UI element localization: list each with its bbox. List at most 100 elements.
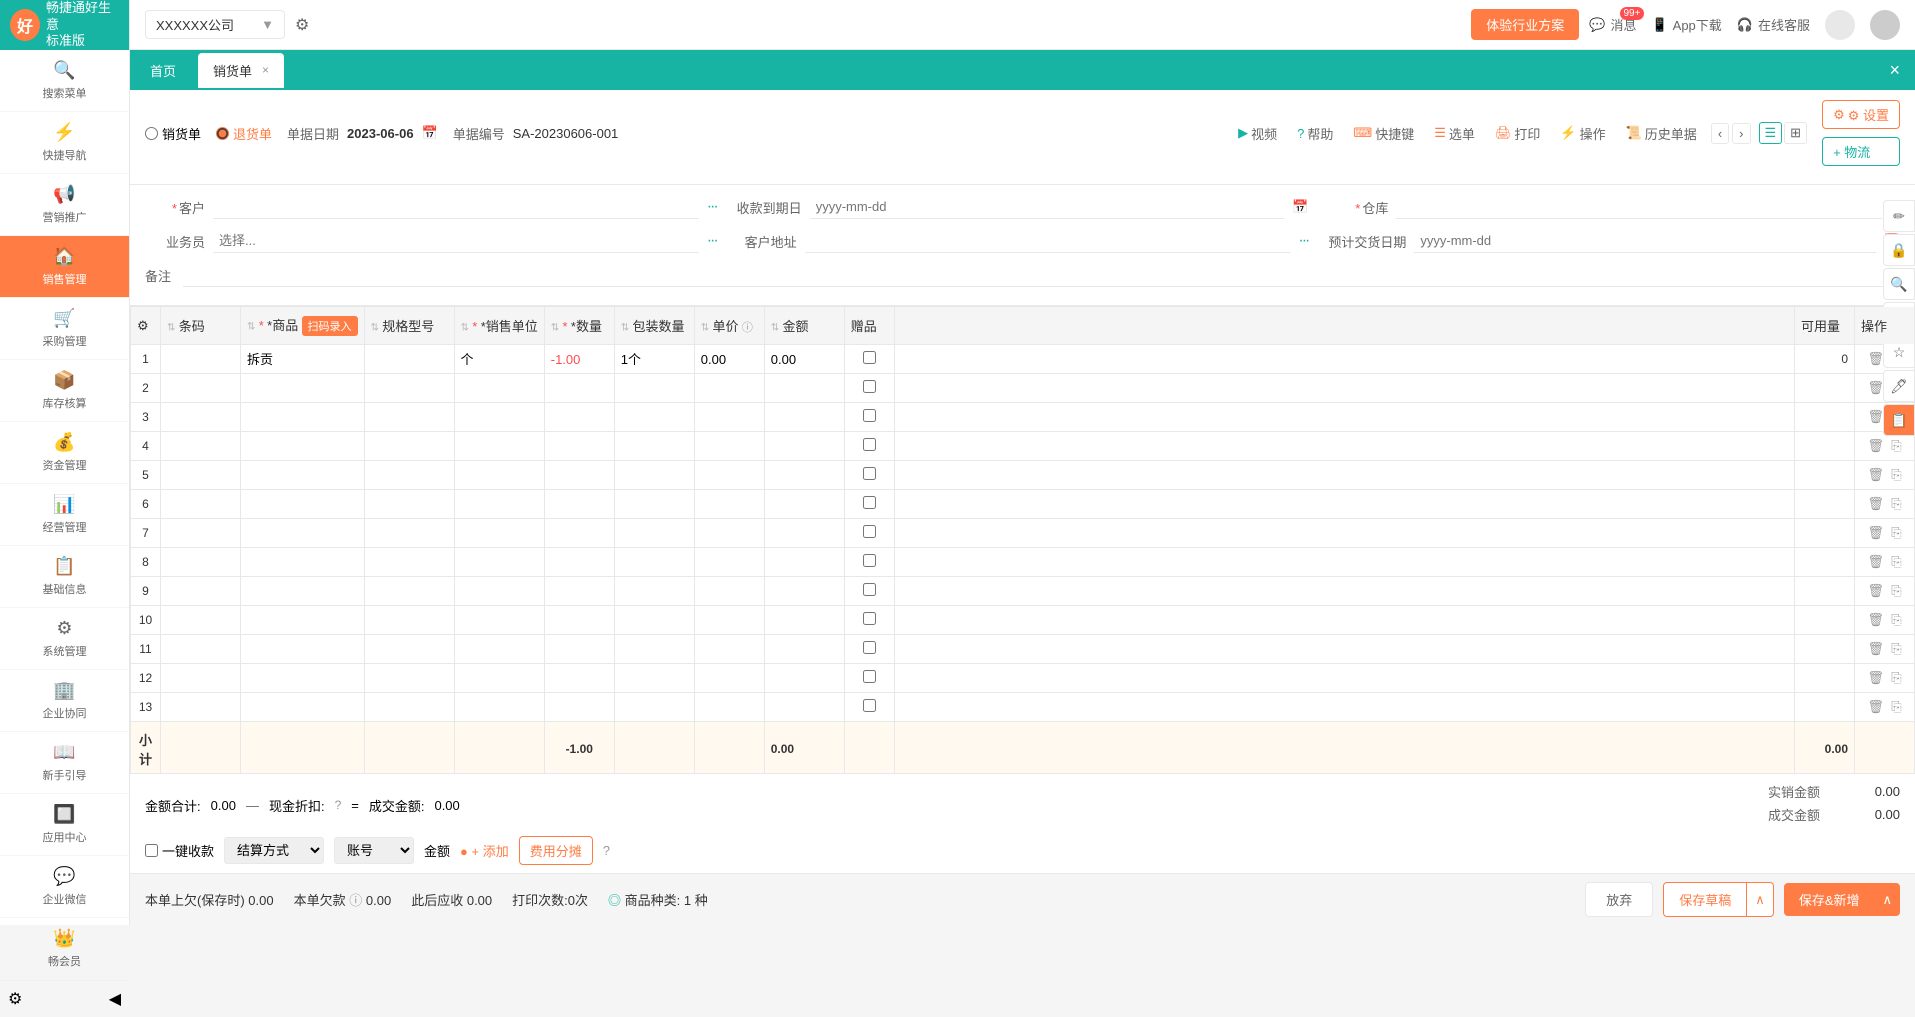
copy-icon-8[interactable]: ⎘ [1891,583,1901,598]
row-amount-4[interactable] [764,461,844,490]
row-pack-8[interactable] [614,577,694,606]
row-barcode-8[interactable] [161,577,241,606]
row-qty-1[interactable] [544,374,614,403]
delete-icon-12[interactable]: 🗑 [1867,699,1884,714]
row-qty-6[interactable] [544,519,614,548]
row-pack-2[interactable] [614,403,694,432]
sidebar-item-appstore[interactable]: 🔲 应用中心 [0,794,129,856]
avatar2[interactable] [1870,10,1900,40]
row-pack-0[interactable] [614,345,694,374]
customer-dots[interactable]: ··· [707,198,717,216]
row-unit-2[interactable] [454,403,544,432]
row-unit-8[interactable] [454,577,544,606]
row-pack-7[interactable] [614,548,694,577]
sidebar-item-marketing[interactable]: 📢 营销推广 [0,174,129,236]
row-barcode-0[interactable] [161,345,241,374]
row-barcode-6[interactable] [161,519,241,548]
row-qty-2[interactable] [544,403,614,432]
receive-date-input[interactable] [810,195,1284,219]
row-pack-3[interactable] [614,432,694,461]
row-spec-6[interactable] [364,519,454,548]
row-pack-6[interactable] [614,519,694,548]
try-btn[interactable]: 体验行业方案 [1471,9,1579,40]
row-product-9[interactable] [241,606,365,635]
row-qty-4[interactable] [544,461,614,490]
row-barcode-12[interactable] [161,693,241,722]
row-amount-2[interactable] [764,403,844,432]
row-pack-9[interactable] [614,606,694,635]
row-gift-1[interactable] [844,374,894,403]
row-spec-8[interactable] [364,577,454,606]
copy-icon-4[interactable]: ⎘ [1891,467,1901,482]
row-gift-7[interactable] [844,548,894,577]
row-barcode-9[interactable] [161,606,241,635]
row-spec-0[interactable] [364,345,454,374]
row-barcode-11[interactable] [161,664,241,693]
warehouse-input[interactable]: 建材仓 [1396,195,1882,219]
row-amount-6[interactable] [764,519,844,548]
row-pack-4[interactable] [614,461,694,490]
row-product-2[interactable] [241,403,365,432]
row-barcode-2[interactable] [161,403,241,432]
row-spec-1[interactable] [364,374,454,403]
receive-date-calendar-icon[interactable]: 📅 [1292,199,1308,215]
history-btn[interactable]: 📜 历史单据 [1620,121,1703,146]
close-all-btn[interactable]: × [1874,60,1915,81]
delete-icon-3[interactable]: 🗑 [1867,438,1884,453]
row-product-1[interactable] [241,374,365,403]
row-qty-11[interactable] [544,664,614,693]
row-barcode-5[interactable] [161,490,241,519]
float-icon-search[interactable]: 🔍 [1883,268,1915,300]
row-pack-11[interactable] [614,664,694,693]
row-pack-10[interactable] [614,635,694,664]
shortcut-btn[interactable]: ⌨ 快捷键 [1347,121,1420,146]
salesman-dots[interactable]: ··· [707,232,717,250]
video-btn[interactable]: ▶ 视频 [1232,121,1283,146]
row-spec-12[interactable] [364,693,454,722]
row-amount-8[interactable] [764,577,844,606]
expense-info-icon[interactable]: ? [603,843,610,858]
row-product-7[interactable] [241,548,365,577]
float-icon-pen[interactable]: 🖊 [1883,370,1915,402]
copy-icon-6[interactable]: ⎘ [1891,525,1901,540]
row-qty-3[interactable] [544,432,614,461]
customer-input[interactable] [213,195,699,219]
settings-gear-icon[interactable]: ⚙ [295,15,309,35]
row-unit-10[interactable] [454,635,544,664]
delete-icon-1[interactable]: 🗑 [1867,380,1884,395]
price-info-icon[interactable]: ⓘ [742,322,753,334]
row-product-6[interactable] [241,519,365,548]
one-click-checkbox[interactable]: 一键收款 [145,841,214,860]
save-new-arrow-btn[interactable]: ∧ [1874,883,1900,916]
sidebar-item-member[interactable]: 👑 畅会员 [0,918,129,980]
row-gift-2[interactable] [844,403,894,432]
row-price-1[interactable] [694,374,764,403]
row-amount-0[interactable] [764,345,844,374]
row-unit-12[interactable] [454,693,544,722]
sidebar-item-enterprise[interactable]: 🏢 企业协同 [0,670,129,732]
salesman-input[interactable] [213,229,699,253]
list-view-btn[interactable]: ☰ [1759,122,1783,144]
row-unit-1[interactable] [454,374,544,403]
delete-icon-2[interactable]: 🗑 [1867,409,1884,424]
sidebar-item-finance[interactable]: 💰 资金管理 [0,422,129,484]
row-spec-11[interactable] [364,664,454,693]
row-unit-9[interactable] [454,606,544,635]
copy-icon-9[interactable]: ⎘ [1891,612,1901,627]
row-gift-10[interactable] [844,635,894,664]
gear-icon[interactable]: ⚙ [8,989,22,1009]
row-barcode-7[interactable] [161,548,241,577]
row-qty-9[interactable] [544,606,614,635]
table-settings-icon[interactable]: ⚙ [137,318,149,333]
row-amount-7[interactable] [764,548,844,577]
discount-info-icon[interactable]: ? [335,798,342,812]
prev-arrow[interactable]: ‹ [1711,123,1729,144]
row-gift-0[interactable] [844,345,894,374]
row-pack-1[interactable] [614,374,694,403]
row-gift-12[interactable] [844,693,894,722]
row-spec-3[interactable] [364,432,454,461]
add-btn[interactable]: ● + 添加 [460,841,509,860]
delete-icon-0[interactable]: 🗑 [1867,351,1884,366]
row-unit-0[interactable] [454,345,544,374]
settings-btn[interactable]: ⚙ ⚙ 设置 [1822,100,1900,129]
